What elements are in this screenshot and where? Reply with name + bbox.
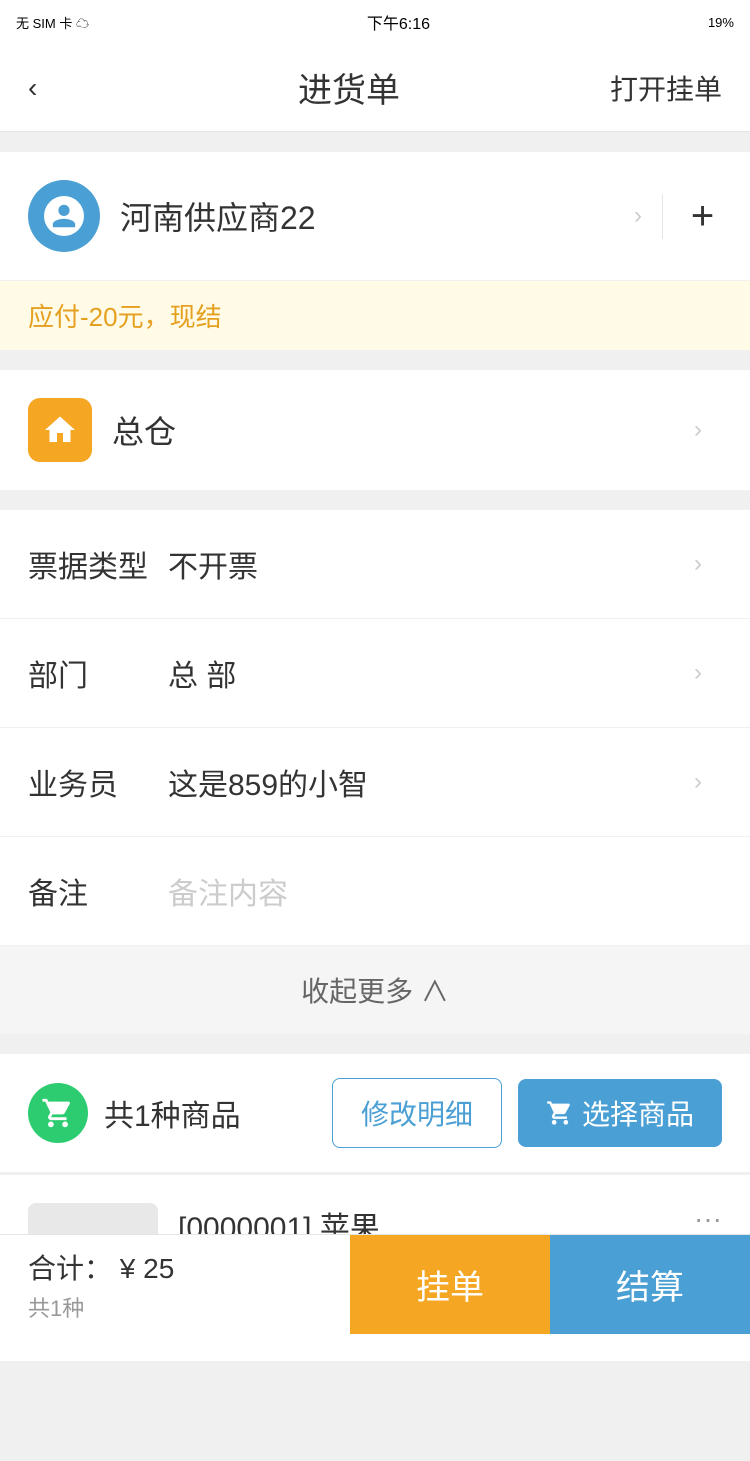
remark-row[interactable]: 备注 备注内容 xyxy=(0,837,750,946)
remark-label: 备注 xyxy=(28,869,168,913)
supplier-name: 河南供应商22 xyxy=(120,193,634,239)
status-left: 无 SIM 卡 ☁ xyxy=(16,13,89,32)
dept-chevron-icon: › xyxy=(694,659,702,687)
bottom-bar: 合计： ¥ 25 共1种 挂单 结算 xyxy=(0,1234,750,1334)
page-title: 进货单 xyxy=(298,63,400,112)
status-bar: 无 SIM 卡 ☁ 下午6:16 19% xyxy=(0,0,750,44)
notice-bar: 应付-20元，现结 xyxy=(0,281,750,350)
hang-button[interactable]: 挂单 xyxy=(350,1235,550,1334)
section-gap-2 xyxy=(0,350,750,370)
supplier-card: 河南供应商22 › + 应付-20元，现结 xyxy=(0,152,750,350)
total-section: 合计： ¥ 25 共1种 xyxy=(0,1235,350,1334)
invoice-label: 票据类型 xyxy=(28,542,168,586)
bottom-spacer xyxy=(0,1361,750,1461)
dept-row[interactable]: 部门 总 部 › xyxy=(0,619,750,728)
total-row: 合计： ¥ 25 xyxy=(28,1247,322,1287)
section-gap-3 xyxy=(0,490,750,510)
warehouse-name: 总仓 xyxy=(112,407,694,453)
nav-bar: ‹ 进货单 打开挂单 xyxy=(0,44,750,132)
sales-chevron-icon: › xyxy=(694,768,702,796)
select-product-icon xyxy=(546,1099,574,1127)
chevron-right-icon: › xyxy=(634,202,642,230)
total-amount: ¥ 25 xyxy=(120,1253,175,1284)
product-count-text: 共1种商品 xyxy=(104,1091,332,1135)
invoice-value: 不开票 xyxy=(168,542,694,586)
dept-value: 总 部 xyxy=(168,651,694,695)
form-card: 票据类型 不开票 › 部门 总 部 › 业务员 这是859的小智 › 备注 备注… xyxy=(0,510,750,946)
remark-input[interactable]: 备注内容 xyxy=(168,869,722,913)
product-count-icon xyxy=(28,1083,88,1143)
invoice-chevron-icon: › xyxy=(694,550,702,578)
add-supplier-button[interactable]: + xyxy=(662,194,722,239)
invoice-row[interactable]: 票据类型 不开票 › xyxy=(0,510,750,619)
warehouse-icon xyxy=(28,398,92,462)
total-count: 共1种 xyxy=(28,1291,322,1323)
checkout-button[interactable]: 结算 xyxy=(550,1235,750,1334)
sales-label: 业务员 xyxy=(28,760,168,804)
open-hang-button[interactable]: 打开挂单 xyxy=(610,68,722,108)
sales-row[interactable]: 业务员 这是859的小智 › xyxy=(0,728,750,837)
avatar-icon xyxy=(44,196,84,236)
section-gap-1 xyxy=(0,132,750,152)
status-time: 下午6:16 xyxy=(367,10,430,34)
total-label: 合计： xyxy=(28,1253,112,1284)
battery-icon: 19% xyxy=(708,15,734,30)
section-gap-4 xyxy=(0,1034,750,1054)
supplier-row[interactable]: 河南供应商22 › + xyxy=(0,152,750,281)
sales-value: 这是859的小智 xyxy=(168,760,694,804)
products-header: 共1种商品 修改明细 选择商品 xyxy=(0,1054,750,1172)
dept-label: 部门 xyxy=(28,651,168,695)
back-button[interactable]: ‹ xyxy=(28,72,88,104)
edit-detail-button[interactable]: 修改明细 xyxy=(332,1078,502,1148)
product-more-button[interactable]: ··· xyxy=(662,1203,722,1235)
warehouse-row[interactable]: 总仓 › xyxy=(0,370,750,490)
separator-1 xyxy=(0,1172,750,1173)
status-right: 19% xyxy=(708,15,734,30)
supplier-avatar xyxy=(28,180,100,252)
select-product-button[interactable]: 选择商品 xyxy=(518,1079,722,1147)
collapse-button[interactable]: 收起更多 ∧ xyxy=(0,946,750,1034)
warehouse-chevron-icon: › xyxy=(694,416,702,444)
select-product-label: 选择商品 xyxy=(582,1093,694,1133)
warehouse-card[interactable]: 总仓 › xyxy=(0,370,750,490)
